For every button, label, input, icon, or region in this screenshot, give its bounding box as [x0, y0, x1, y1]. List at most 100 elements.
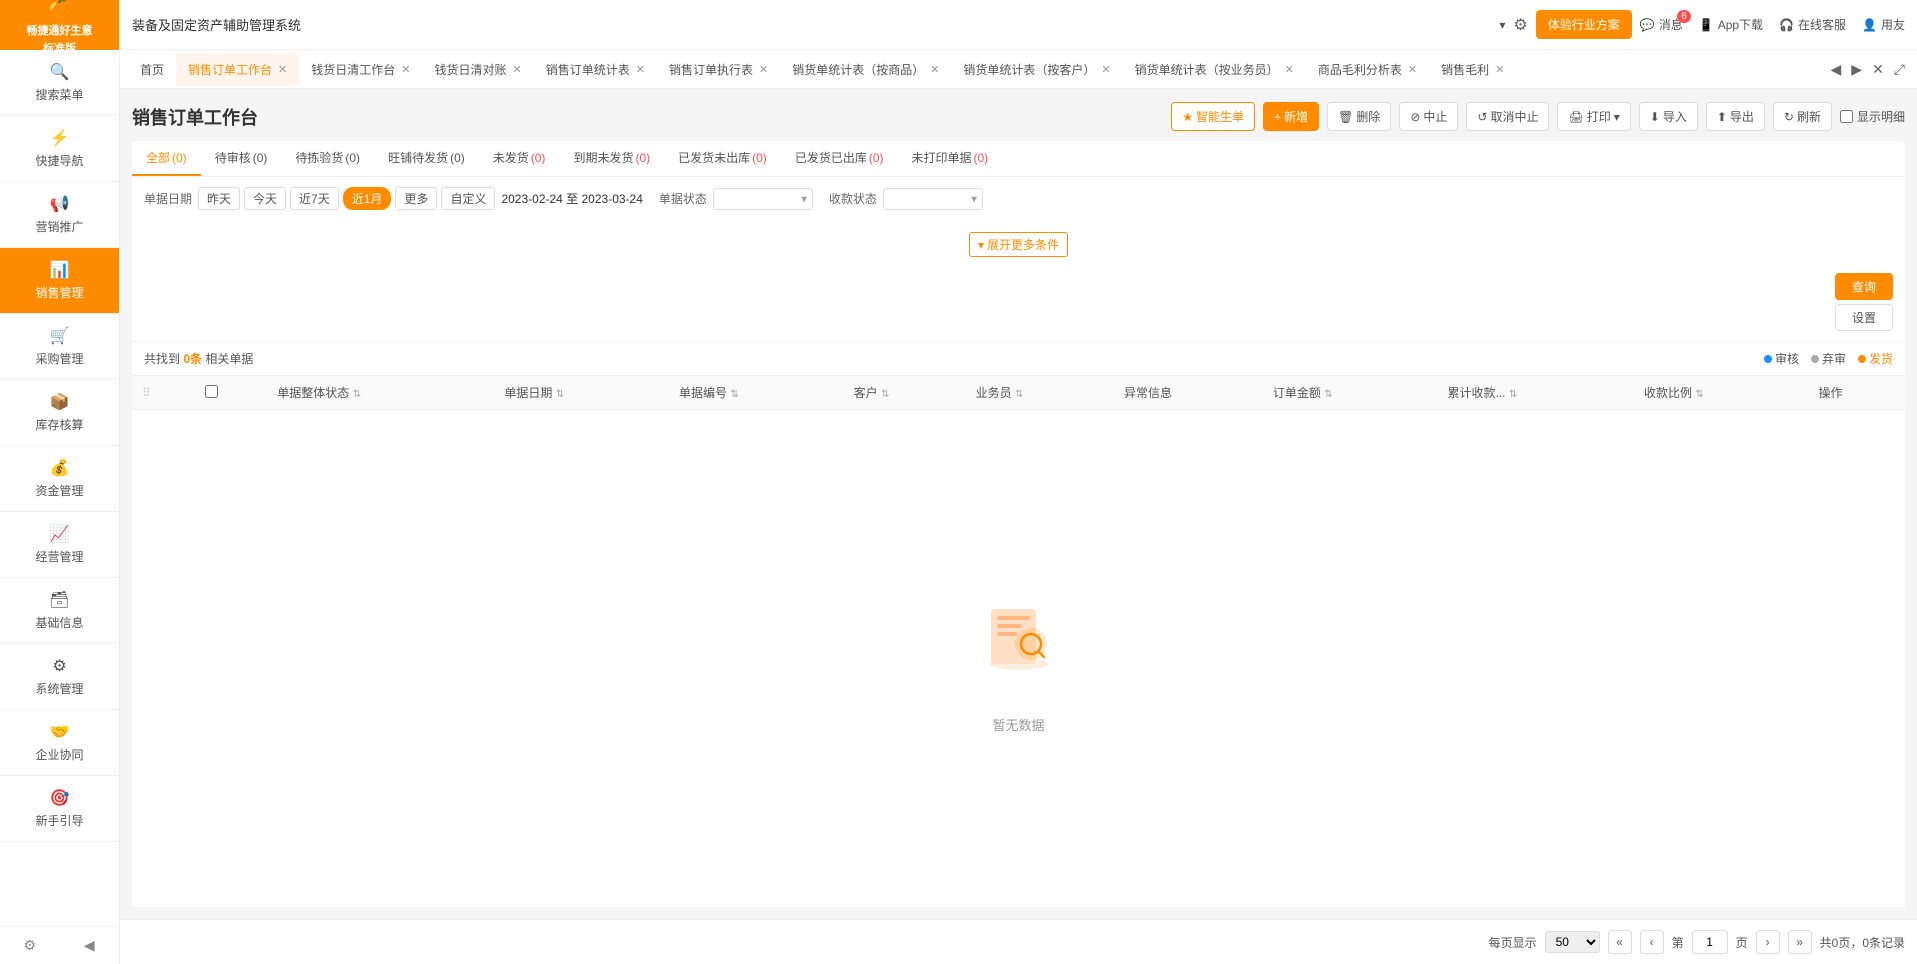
smart-create-btn[interactable]: ★ 智能生单: [1171, 102, 1255, 131]
sidebar-item-quick-nav[interactable]: ⚡ 快捷导航: [0, 116, 119, 182]
import-btn[interactable]: ⬇ 导入: [1639, 102, 1698, 131]
sort-icon-amount[interactable]: ⇅: [1324, 389, 1332, 400]
system-dropdown[interactable]: ▾: [1499, 18, 1505, 32]
tab-close-all-btn[interactable]: ✕: [1868, 57, 1888, 82]
query-btn[interactable]: 查询: [1835, 273, 1893, 300]
col-header-ratio[interactable]: 收款比例 ⇅: [1634, 376, 1809, 410]
sort-icon-customer[interactable]: ⇅: [881, 389, 889, 400]
sub-tab-shipped_not_out[interactable]: 已发货未出库(0): [664, 141, 781, 176]
cancel-review-action[interactable]: 弃审: [1811, 350, 1846, 367]
sort-icon-ratio[interactable]: ⇅: [1695, 389, 1703, 400]
sub-tab-overdue_not_shipped[interactable]: 到期未发货(0): [559, 141, 664, 176]
sidebar-item-sales[interactable]: 📊 销售管理: [0, 248, 119, 314]
first-page-btn[interactable]: «: [1608, 930, 1632, 954]
sidebar-item-system[interactable]: ⚙ 系统管理: [0, 644, 119, 710]
tab-close-sales-stat-product[interactable]: ✕: [930, 63, 939, 76]
sort-icon-staff[interactable]: ⇅: [1015, 389, 1023, 400]
sidebar-item-operations[interactable]: 📈 经营管理: [0, 512, 119, 578]
delete-btn[interactable]: 🗑 删除: [1327, 102, 1391, 131]
app-download-item[interactable]: 📱 App下载: [1699, 16, 1763, 33]
sub-tab-shipped_out[interactable]: 已发货已出库(0): [781, 141, 898, 176]
sub-tab-pending_check[interactable]: 待拣验货(0): [281, 141, 374, 176]
tab-prev-btn[interactable]: ◀: [1827, 57, 1846, 82]
tab-sales-workbench[interactable]: 销售订单工作台✕: [176, 53, 299, 86]
col-header-staff[interactable]: 业务员 ⇅: [966, 376, 1114, 410]
next-page-btn[interactable]: ›: [1756, 930, 1780, 954]
export-btn[interactable]: ⬆ 导出: [1706, 102, 1765, 131]
sort-icon-number[interactable]: ⇅: [730, 389, 738, 400]
tab-close-sales-stat-staff[interactable]: ✕: [1285, 63, 1294, 76]
tab-sales-stat-customer[interactable]: 销货单统计表（按客户）✕: [951, 53, 1122, 86]
sort-icon-received[interactable]: ⇅: [1509, 389, 1517, 400]
sub-tab-all[interactable]: 全部(0): [132, 141, 201, 176]
tab-cash-reconcile[interactable]: 钱货日清对账✕: [422, 53, 533, 86]
expand-btn[interactable]: ▾ 展开更多条件: [969, 232, 1068, 257]
tab-close-gross-margin[interactable]: ✕: [1408, 63, 1417, 76]
select-all-checkbox[interactable]: [205, 385, 218, 398]
sidebar-item-enterprise[interactable]: 🤝 企业协同: [0, 710, 119, 776]
tab-next-btn[interactable]: ▶: [1847, 57, 1866, 82]
date-quick-btn-昨天[interactable]: 昨天: [198, 187, 240, 210]
sidebar-item-purchase[interactable]: 🛒 采购管理: [0, 314, 119, 380]
sort-icon-date[interactable]: ⇅: [556, 389, 564, 400]
ship-action[interactable]: 发货: [1858, 350, 1893, 367]
col-header-received[interactable]: 累计收款... ⇅: [1437, 376, 1633, 410]
col-header-status[interactable]: 单据整体状态 ⇅: [267, 376, 494, 410]
sidebar-item-marketing[interactable]: 📢 营销推广: [0, 182, 119, 248]
tab-home[interactable]: 首页: [128, 53, 176, 86]
user-item[interactable]: 👤 用友: [1862, 16, 1905, 33]
message-icon-item[interactable]: 💬 消息 6: [1640, 16, 1683, 33]
date-quick-btn-更多[interactable]: 更多: [395, 187, 437, 210]
per-page-select[interactable]: 50 100 200: [1545, 931, 1600, 953]
payment-select[interactable]: [883, 188, 983, 210]
sidebar-item-search[interactable]: 🔍 搜索菜单: [0, 50, 119, 116]
col-header-amount[interactable]: 订单金额 ⇅: [1263, 376, 1438, 410]
tab-sales-stat-product[interactable]: 销货单统计表（按商品）✕: [780, 53, 951, 86]
review-action[interactable]: 审核: [1764, 350, 1799, 367]
online-service-item[interactable]: 🎧 在线客服: [1779, 16, 1846, 33]
tab-sales-stat-staff[interactable]: 销货单统计表（按业务员）✕: [1123, 53, 1306, 86]
sidebar-item-finance[interactable]: 💰 资金管理: [0, 446, 119, 512]
col-header-abnormal[interactable]: 异常信息: [1114, 376, 1263, 410]
sort-icon-status[interactable]: ⇅: [353, 389, 361, 400]
tab-maximize-btn[interactable]: ⤢: [1890, 57, 1909, 82]
sidebar-item-basic-info[interactable]: 🗃 基础信息: [0, 578, 119, 644]
col-header-operation[interactable]: 操作: [1809, 376, 1905, 410]
set-btn[interactable]: 设置: [1835, 304, 1893, 331]
tab-close-sales-stat-customer[interactable]: ✕: [1101, 63, 1110, 76]
sub-tab-pending_review[interactable]: 待审核(0): [201, 141, 282, 176]
tab-sales-exec[interactable]: 销售订单执行表✕: [657, 53, 780, 86]
refresh-btn[interactable]: ↻ 刷新: [1773, 102, 1832, 131]
page-input[interactable]: [1692, 930, 1728, 954]
show-detail-label[interactable]: 显示明细: [1840, 108, 1905, 125]
date-quick-btn-自定义[interactable]: 自定义: [441, 187, 495, 210]
col-header-date[interactable]: 单据日期 ⇅: [494, 376, 669, 410]
sidebar-item-guide[interactable]: 🎯 新手引导: [0, 776, 119, 842]
tab-close-cash-reconcile[interactable]: ✕: [513, 63, 522, 76]
date-quick-btn-今天[interactable]: 今天: [244, 187, 286, 210]
tab-close-sales-gross[interactable]: ✕: [1495, 63, 1504, 76]
cancel-suspend-btn[interactable]: ↺ 取消中止: [1466, 102, 1549, 131]
sidebar-settings-btn[interactable]: ⚙: [0, 927, 60, 964]
add-btn[interactable]: + 新增: [1263, 102, 1319, 131]
col-header-number[interactable]: 单据编号 ⇅: [669, 376, 844, 410]
last-page-btn[interactable]: »: [1788, 930, 1812, 954]
sub-tab-not_printed[interactable]: 未打印单据(0): [898, 141, 1003, 176]
suspend-btn[interactable]: ⊘ 中止: [1399, 102, 1458, 131]
show-detail-checkbox[interactable]: [1840, 110, 1853, 123]
sub-tab-wangpu_pending[interactable]: 旺铺待发货(0): [374, 141, 479, 176]
tab-close-sales-stat[interactable]: ✕: [636, 63, 645, 76]
tab-sales-stat[interactable]: 销售订单统计表✕: [534, 53, 657, 86]
tab-sales-gross[interactable]: 销售毛利✕: [1429, 53, 1516, 86]
date-quick-btn-近1月[interactable]: 近1月: [343, 187, 392, 210]
sidebar-collapse-btn[interactable]: ◀: [60, 927, 120, 964]
sub-tab-not_shipped[interactable]: 未发货(0): [479, 141, 560, 176]
tab-close-cash-day[interactable]: ✕: [401, 63, 410, 76]
tab-close-sales-exec[interactable]: ✕: [759, 63, 768, 76]
tab-close-sales-workbench[interactable]: ✕: [278, 63, 287, 76]
status-select[interactable]: [713, 188, 813, 210]
print-btn[interactable]: 🖨 打印 ▾: [1557, 102, 1630, 131]
topbar-settings-icon[interactable]: ⚙: [1513, 15, 1527, 35]
col-header-customer[interactable]: 客户 ⇅: [844, 376, 966, 410]
date-quick-btn-近7天[interactable]: 近7天: [290, 187, 339, 210]
